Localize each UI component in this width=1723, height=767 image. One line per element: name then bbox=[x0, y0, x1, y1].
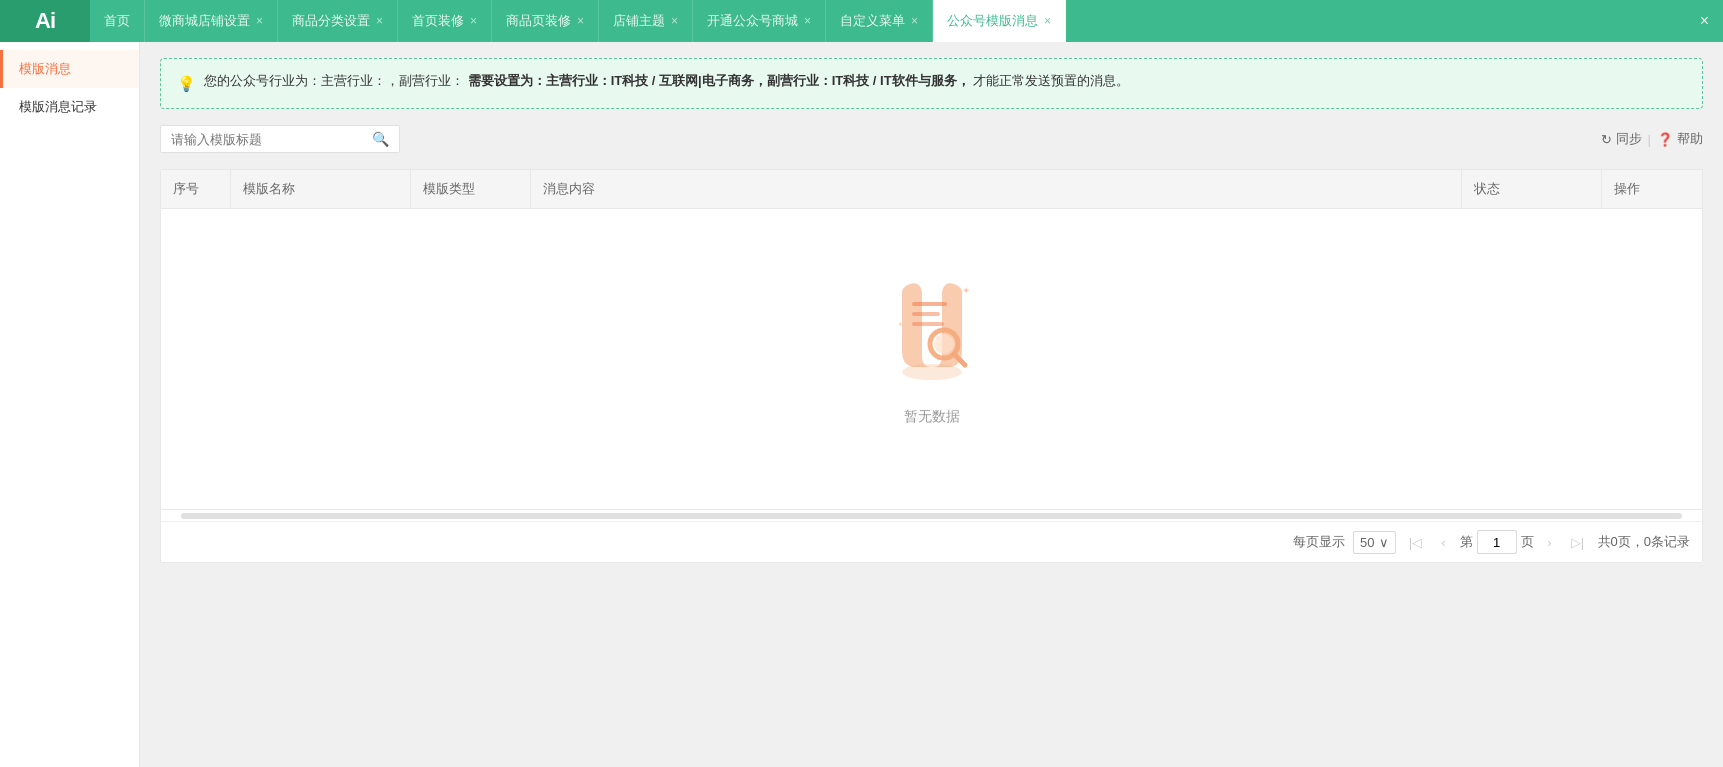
svg-rect-2 bbox=[912, 312, 940, 316]
help-icon: ❓ bbox=[1657, 132, 1673, 147]
nav-tab-6[interactable]: 开通公众号商城× bbox=[693, 0, 826, 42]
nav-tab-0[interactable]: 首页 bbox=[90, 0, 145, 42]
dropdown-icon: ∨ bbox=[1379, 535, 1389, 550]
main-layout: 模版消息模版消息记录 💡 您的公众号行业为：主营行业：，副营行业： 需要设置为：… bbox=[0, 42, 1723, 767]
sync-button[interactable]: ↻ 同步 bbox=[1601, 130, 1642, 148]
table-column-5: 操作 bbox=[1602, 170, 1702, 208]
content-area: 💡 您的公众号行业为：主营行业：，副营行业： 需要设置为：主营行业：IT科技 /… bbox=[140, 42, 1723, 767]
page-size-select[interactable]: 50 ∨ bbox=[1353, 531, 1395, 554]
close-tab-icon-8[interactable]: × bbox=[1044, 14, 1051, 28]
scroll-track[interactable] bbox=[181, 513, 1682, 519]
scroll-bar-area[interactable] bbox=[161, 509, 1702, 521]
empty-text: 暂无数据 bbox=[904, 408, 960, 426]
table-column-2: 模版类型 bbox=[411, 170, 531, 208]
search-input[interactable] bbox=[171, 132, 366, 147]
pagination: 每页显示 50 ∨ |◁ ‹ 第 页 › ▷| 共0页，0条记录 bbox=[161, 521, 1702, 562]
nav-tab-3[interactable]: 首页装修× bbox=[398, 0, 492, 42]
svg-text:✦: ✦ bbox=[897, 320, 904, 329]
empty-illustration: ✦ ✦ bbox=[872, 272, 992, 392]
page-suffix-label: 页 bbox=[1521, 533, 1534, 551]
toolbar-right: ↻ 同步 | ❓ 帮助 bbox=[1601, 130, 1703, 148]
table-column-3: 消息内容 bbox=[531, 170, 1462, 208]
help-label: 帮助 bbox=[1677, 130, 1703, 148]
notice-highlight: 需要设置为：主营行业：IT科技 / 互联网|电子商务，副营行业：IT科技 / I… bbox=[468, 73, 970, 88]
page-size-label: 每页显示 bbox=[1293, 533, 1345, 551]
close-tab-icon-1[interactable]: × bbox=[256, 14, 263, 28]
svg-text:✦: ✦ bbox=[962, 285, 970, 296]
nav-tab-1[interactable]: 微商城店铺设置× bbox=[145, 0, 278, 42]
last-page-button[interactable]: ▷| bbox=[1566, 530, 1590, 554]
sidebar-item-1[interactable]: 模版消息记录 bbox=[0, 88, 139, 126]
close-tab-icon-6[interactable]: × bbox=[804, 14, 811, 28]
table-column-0: 序号 bbox=[161, 170, 231, 208]
close-tab-icon-2[interactable]: × bbox=[376, 14, 383, 28]
svg-rect-1 bbox=[912, 302, 947, 306]
nav-tab-5[interactable]: 店铺主题× bbox=[599, 0, 693, 42]
svg-point-5 bbox=[934, 334, 954, 354]
page-nav: |◁ ‹ 第 页 › ▷| bbox=[1404, 530, 1590, 554]
page-prefix-label: 第 bbox=[1460, 533, 1473, 551]
nav-tab-7[interactable]: 自定义菜单× bbox=[826, 0, 933, 42]
table-header: 序号模版名称模版类型消息内容状态操作 bbox=[161, 170, 1702, 209]
svg-rect-3 bbox=[912, 322, 944, 326]
prev-page-button[interactable]: ‹ bbox=[1432, 530, 1456, 554]
close-tab-icon-4[interactable]: × bbox=[577, 14, 584, 28]
first-page-button[interactable]: |◁ bbox=[1404, 530, 1428, 554]
notice-banner: 💡 您的公众号行业为：主营行业：，副营行业： 需要设置为：主营行业：IT科技 /… bbox=[160, 58, 1703, 109]
total-label: 共0页，0条记录 bbox=[1598, 533, 1690, 551]
close-all-tabs-button[interactable]: × bbox=[1686, 0, 1723, 42]
nav-tab-2[interactable]: 商品分类设置× bbox=[278, 0, 398, 42]
data-table: 序号模版名称模版类型消息内容状态操作 bbox=[160, 169, 1703, 563]
nav-tab-8[interactable]: 公众号模版消息× bbox=[933, 0, 1066, 42]
sidebar-item-0[interactable]: 模版消息 bbox=[0, 50, 139, 88]
search-icon[interactable]: 🔍 bbox=[372, 131, 389, 147]
table-column-4: 状态 bbox=[1462, 170, 1602, 208]
toolbar: 🔍 ↻ 同步 | ❓ 帮助 bbox=[160, 125, 1703, 153]
close-tab-icon-7[interactable]: × bbox=[911, 14, 918, 28]
nav-tabs: 首页微商城店铺设置×商品分类设置×首页装修×商品页装修×店铺主题×开通公众号商城… bbox=[90, 0, 1686, 42]
divider: | bbox=[1648, 132, 1651, 147]
table-body: ✦ ✦ 暂无数据 bbox=[161, 209, 1702, 509]
search-box: 🔍 bbox=[160, 125, 400, 153]
current-page-input[interactable] bbox=[1477, 530, 1517, 554]
help-button[interactable]: ❓ 帮助 bbox=[1657, 130, 1703, 148]
top-nav: Ai 首页微商城店铺设置×商品分类设置×首页装修×商品页装修×店铺主题×开通公众… bbox=[0, 0, 1723, 42]
sync-icon: ↻ bbox=[1601, 132, 1612, 147]
table-column-1: 模版名称 bbox=[231, 170, 411, 208]
next-page-button[interactable]: › bbox=[1538, 530, 1562, 554]
nav-tab-4[interactable]: 商品页装修× bbox=[492, 0, 599, 42]
app-logo: Ai bbox=[0, 0, 90, 42]
close-tab-icon-5[interactable]: × bbox=[671, 14, 678, 28]
sync-label: 同步 bbox=[1616, 130, 1642, 148]
page-size-value: 50 bbox=[1360, 535, 1374, 550]
notice-icon: 💡 bbox=[177, 72, 196, 96]
notice-text: 您的公众号行业为：主营行业：，副营行业： 需要设置为：主营行业：IT科技 / 互… bbox=[204, 71, 1129, 92]
sidebar: 模版消息模版消息记录 bbox=[0, 42, 140, 767]
close-tab-icon-3[interactable]: × bbox=[470, 14, 477, 28]
